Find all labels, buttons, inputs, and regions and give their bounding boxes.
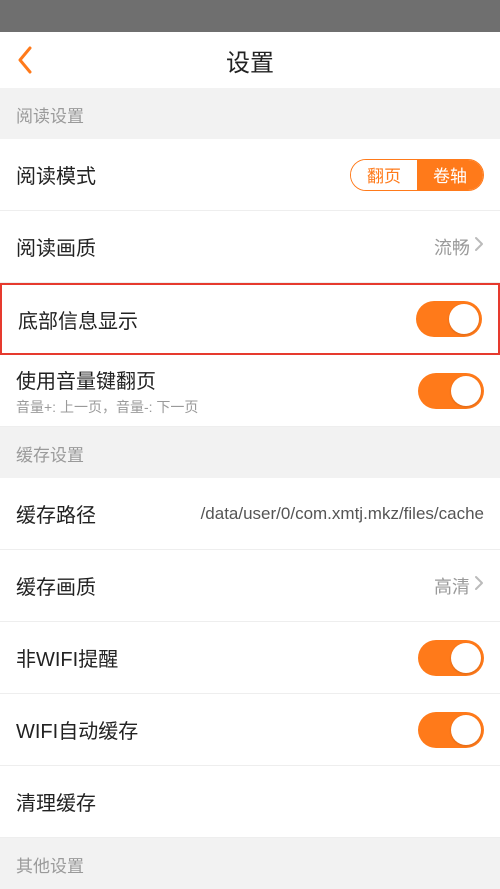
nonwifi-alert-toggle[interactable] <box>418 640 484 676</box>
row-nonwifi-alert: 非WIFI提醒 <box>0 622 500 694</box>
back-chevron-icon <box>16 46 34 74</box>
section-other-header: 其他设置 <box>0 838 500 889</box>
wifi-autocache-toggle[interactable] <box>418 712 484 748</box>
page-title: 设置 <box>0 43 500 78</box>
cache-path-value: /data/user/0/com.xmtj.mkz/files/cache <box>201 504 484 524</box>
reading-mode-scroll[interactable]: 卷轴 <box>417 160 483 190</box>
cache-path-label: 缓存路径 <box>16 499 96 528</box>
row-reading-quality[interactable]: 阅读画质 流畅 <box>0 211 500 283</box>
chevron-right-icon <box>474 575 484 596</box>
bottom-info-label: 底部信息显示 <box>18 305 138 334</box>
chevron-right-icon <box>474 236 484 257</box>
row-cache-quality[interactable]: 缓存画质 高清 <box>0 550 500 622</box>
row-volume-flip: 使用音量键翻页 音量+: 上一页，音量-: 下一页 <box>0 355 500 427</box>
reading-quality-label: 阅读画质 <box>16 232 96 261</box>
section-reading-header: 阅读设置 <box>0 88 500 139</box>
cache-quality-value: 高清 <box>434 573 470 599</box>
reading-mode-flip[interactable]: 翻页 <box>351 160 417 190</box>
clear-cache-label: 清理缓存 <box>16 787 96 816</box>
cache-quality-label: 缓存画质 <box>16 571 96 600</box>
volume-flip-sub: 音量+: 上一页，音量-: 下一页 <box>16 397 198 417</box>
header: 设置 <box>0 32 500 88</box>
row-reading-mode: 阅读模式 翻页 卷轴 <box>0 139 500 211</box>
row-bottom-info: 底部信息显示 <box>0 283 500 355</box>
wifi-autocache-label: WIFI自动缓存 <box>16 715 138 744</box>
back-button[interactable] <box>10 45 40 75</box>
reading-quality-value: 流畅 <box>434 234 470 260</box>
row-wifi-autocache: WIFI自动缓存 <box>0 694 500 766</box>
volume-flip-toggle[interactable] <box>418 373 484 409</box>
status-bar <box>0 0 500 32</box>
reading-mode-segmented: 翻页 卷轴 <box>350 159 484 191</box>
reading-mode-label: 阅读模式 <box>16 160 96 189</box>
volume-flip-label: 使用音量键翻页 <box>16 365 198 394</box>
row-clear-cache[interactable]: 清理缓存 <box>0 766 500 838</box>
nonwifi-alert-label: 非WIFI提醒 <box>16 643 118 672</box>
settings-scroll[interactable]: 阅读设置 阅读模式 翻页 卷轴 阅读画质 流畅 底部信息显示 使用音量键翻页 <box>0 88 500 889</box>
row-cache-path[interactable]: 缓存路径 /data/user/0/com.xmtj.mkz/files/cac… <box>0 478 500 550</box>
section-cache-header: 缓存设置 <box>0 427 500 478</box>
bottom-info-toggle[interactable] <box>416 301 482 337</box>
